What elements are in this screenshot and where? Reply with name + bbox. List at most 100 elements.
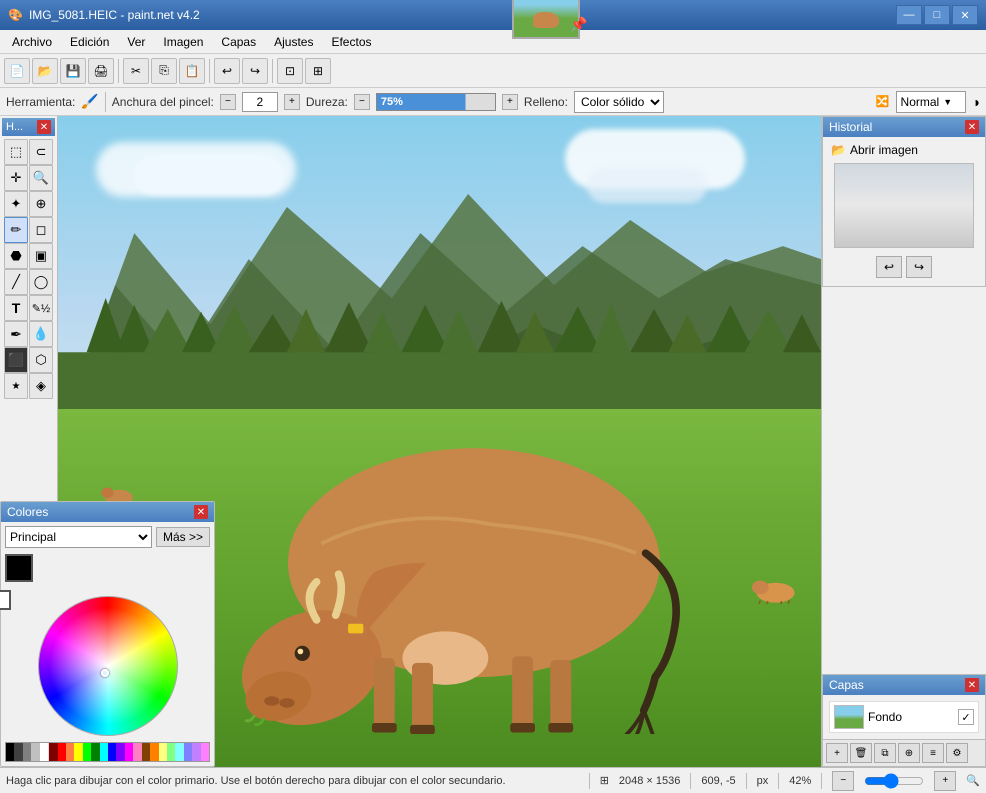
layer-visibility[interactable]: ✓ bbox=[958, 709, 974, 725]
palette-magenta[interactable] bbox=[125, 743, 133, 761]
zoom-slider[interactable] bbox=[864, 773, 924, 789]
tool-stamp[interactable]: ★ bbox=[4, 373, 28, 399]
brush-width-input[interactable] bbox=[242, 92, 278, 112]
tool-paintbrush[interactable]: ✏ bbox=[4, 217, 28, 243]
tool-line[interactable]: ╱ bbox=[4, 269, 28, 295]
tool-clone[interactable]: ⊕ bbox=[29, 191, 53, 217]
layers-panel-header[interactable]: Capas ✕ bbox=[823, 675, 985, 695]
menu-image[interactable]: Imagen bbox=[155, 33, 211, 51]
palette-gray[interactable] bbox=[23, 743, 31, 761]
tool-paint-bucket[interactable]: ⬣ bbox=[4, 243, 28, 269]
toolbox-header[interactable]: H... ✕ bbox=[2, 118, 55, 136]
history-redo-button[interactable]: ↪ bbox=[906, 256, 932, 278]
palette-darkred[interactable] bbox=[49, 743, 57, 761]
resize-button[interactable]: ⊞ bbox=[305, 58, 331, 84]
color-mode-select[interactable]: Principal Secundario bbox=[5, 526, 152, 548]
palette-darkorange[interactable] bbox=[150, 743, 158, 761]
menu-layers[interactable]: Capas bbox=[213, 33, 264, 51]
palette-lightgray[interactable] bbox=[31, 743, 39, 761]
paste-button[interactable]: 📋 bbox=[179, 58, 205, 84]
palette-violet[interactable] bbox=[116, 743, 124, 761]
tool-eraser[interactable]: ◻ bbox=[29, 217, 53, 243]
cut-button[interactable]: ✂ bbox=[123, 58, 149, 84]
tool-zoom[interactable]: 🔍 bbox=[29, 165, 53, 191]
palette-lavender[interactable] bbox=[192, 743, 200, 761]
new-button[interactable]: 📄 bbox=[4, 58, 30, 84]
layers-merge-button[interactable]: ⊕ bbox=[898, 743, 920, 763]
colors-header[interactable]: Colores ✕ bbox=[1, 502, 214, 522]
more-colors-button[interactable]: Más >> bbox=[156, 527, 210, 547]
history-item-open[interactable]: 📂 Abrir imagen bbox=[827, 141, 981, 159]
palette-darkgreen[interactable] bbox=[91, 743, 99, 761]
tool-rect-select[interactable]: ⬚ bbox=[4, 139, 28, 165]
blend-mode-dropdown[interactable]: Normal ▼ bbox=[896, 91, 966, 113]
tool-shapes[interactable]: ◯ bbox=[29, 269, 53, 295]
palette-lime[interactable] bbox=[83, 743, 91, 761]
tool-magic-wand[interactable]: ✦ bbox=[4, 191, 28, 217]
palette-lightgreen[interactable] bbox=[167, 743, 175, 761]
maximize-button[interactable]: □ bbox=[924, 5, 950, 25]
zoom-in-button[interactable]: + bbox=[934, 771, 956, 791]
menu-view[interactable]: Ver bbox=[119, 33, 153, 51]
tool-lasso[interactable]: ⊂ bbox=[29, 139, 53, 165]
zoom-out-button[interactable]: − bbox=[832, 771, 854, 791]
palette-blue[interactable] bbox=[108, 743, 116, 761]
redo-button[interactable]: ↪ bbox=[242, 58, 268, 84]
colors-close[interactable]: ✕ bbox=[194, 505, 208, 519]
palette-lightyellow[interactable] bbox=[159, 743, 167, 761]
menu-file[interactable]: Archivo bbox=[4, 33, 60, 51]
tool-eyedropper[interactable]: 💧 bbox=[29, 321, 53, 347]
layers-duplicate-button[interactable]: ⧉ bbox=[874, 743, 896, 763]
hardness-decrease[interactable]: − bbox=[354, 94, 370, 110]
fill-select[interactable]: Color sólido bbox=[574, 91, 664, 113]
palette-yellow[interactable] bbox=[74, 743, 82, 761]
palette-cyan[interactable] bbox=[100, 743, 108, 761]
tool-retouch[interactable]: ✎½ bbox=[29, 295, 53, 321]
color-wheel[interactable] bbox=[38, 596, 178, 736]
menu-edit[interactable]: Edición bbox=[62, 33, 117, 51]
brush-width-decrease[interactable]: − bbox=[220, 94, 236, 110]
tool-extra[interactable]: ◈ bbox=[29, 373, 53, 399]
tool-gradient[interactable]: ▣ bbox=[29, 243, 53, 269]
hardness-increase[interactable]: + bbox=[502, 94, 518, 110]
layers-close[interactable]: ✕ bbox=[965, 678, 979, 692]
palette-white[interactable] bbox=[40, 743, 49, 761]
palette-red[interactable] bbox=[58, 743, 66, 761]
palette-darkgray[interactable] bbox=[14, 743, 22, 761]
layers-settings-button[interactable]: ⚙ bbox=[946, 743, 968, 763]
tool-selection-fill[interactable]: ⬛ bbox=[4, 347, 28, 373]
menu-effects[interactable]: Efectos bbox=[323, 33, 379, 51]
palette-lightcyan[interactable] bbox=[175, 743, 183, 761]
palette-lightpink[interactable] bbox=[201, 743, 209, 761]
tool-text[interactable]: T bbox=[4, 295, 28, 321]
history-undo-button[interactable]: ↩ bbox=[876, 256, 902, 278]
palette-brown[interactable] bbox=[142, 743, 150, 761]
secondary-color-swatch[interactable] bbox=[0, 590, 11, 610]
history-panel-header[interactable]: Historial ✕ bbox=[823, 117, 985, 137]
close-button[interactable]: ✕ bbox=[952, 5, 978, 25]
tool-pencil[interactable]: ✒ bbox=[4, 321, 28, 347]
layers-add-button[interactable]: + bbox=[826, 743, 848, 763]
crop-button[interactable]: ⊡ bbox=[277, 58, 303, 84]
print-button[interactable]: 🖨 bbox=[88, 58, 114, 84]
tool-move[interactable]: ✛ bbox=[4, 165, 28, 191]
palette-orange[interactable] bbox=[66, 743, 74, 761]
toolbox-close[interactable]: ✕ bbox=[37, 120, 51, 134]
layers-delete-button[interactable]: 🗑 bbox=[850, 743, 872, 763]
copy-button[interactable]: ⎘ bbox=[151, 58, 177, 84]
tool-color-picker[interactable]: ⬡ bbox=[29, 347, 53, 373]
layers-flatten-button[interactable]: ≡ bbox=[922, 743, 944, 763]
open-button[interactable]: 📂 bbox=[32, 58, 58, 84]
undo-button[interactable]: ↩ bbox=[214, 58, 240, 84]
save-button[interactable]: 💾 bbox=[60, 58, 86, 84]
layer-item-fondo[interactable]: Fondo ✓ bbox=[829, 701, 979, 733]
minimize-button[interactable]: — bbox=[896, 5, 922, 25]
hardness-bar[interactable]: 75% bbox=[376, 93, 496, 111]
history-close[interactable]: ✕ bbox=[965, 120, 979, 134]
menu-adjustments[interactable]: Ajustes bbox=[266, 33, 321, 51]
palette-lightblue[interactable] bbox=[184, 743, 192, 761]
palette-pink[interactable] bbox=[133, 743, 141, 761]
primary-color-swatch[interactable] bbox=[5, 554, 33, 582]
palette-black[interactable] bbox=[6, 743, 14, 761]
brush-width-increase[interactable]: + bbox=[284, 94, 300, 110]
